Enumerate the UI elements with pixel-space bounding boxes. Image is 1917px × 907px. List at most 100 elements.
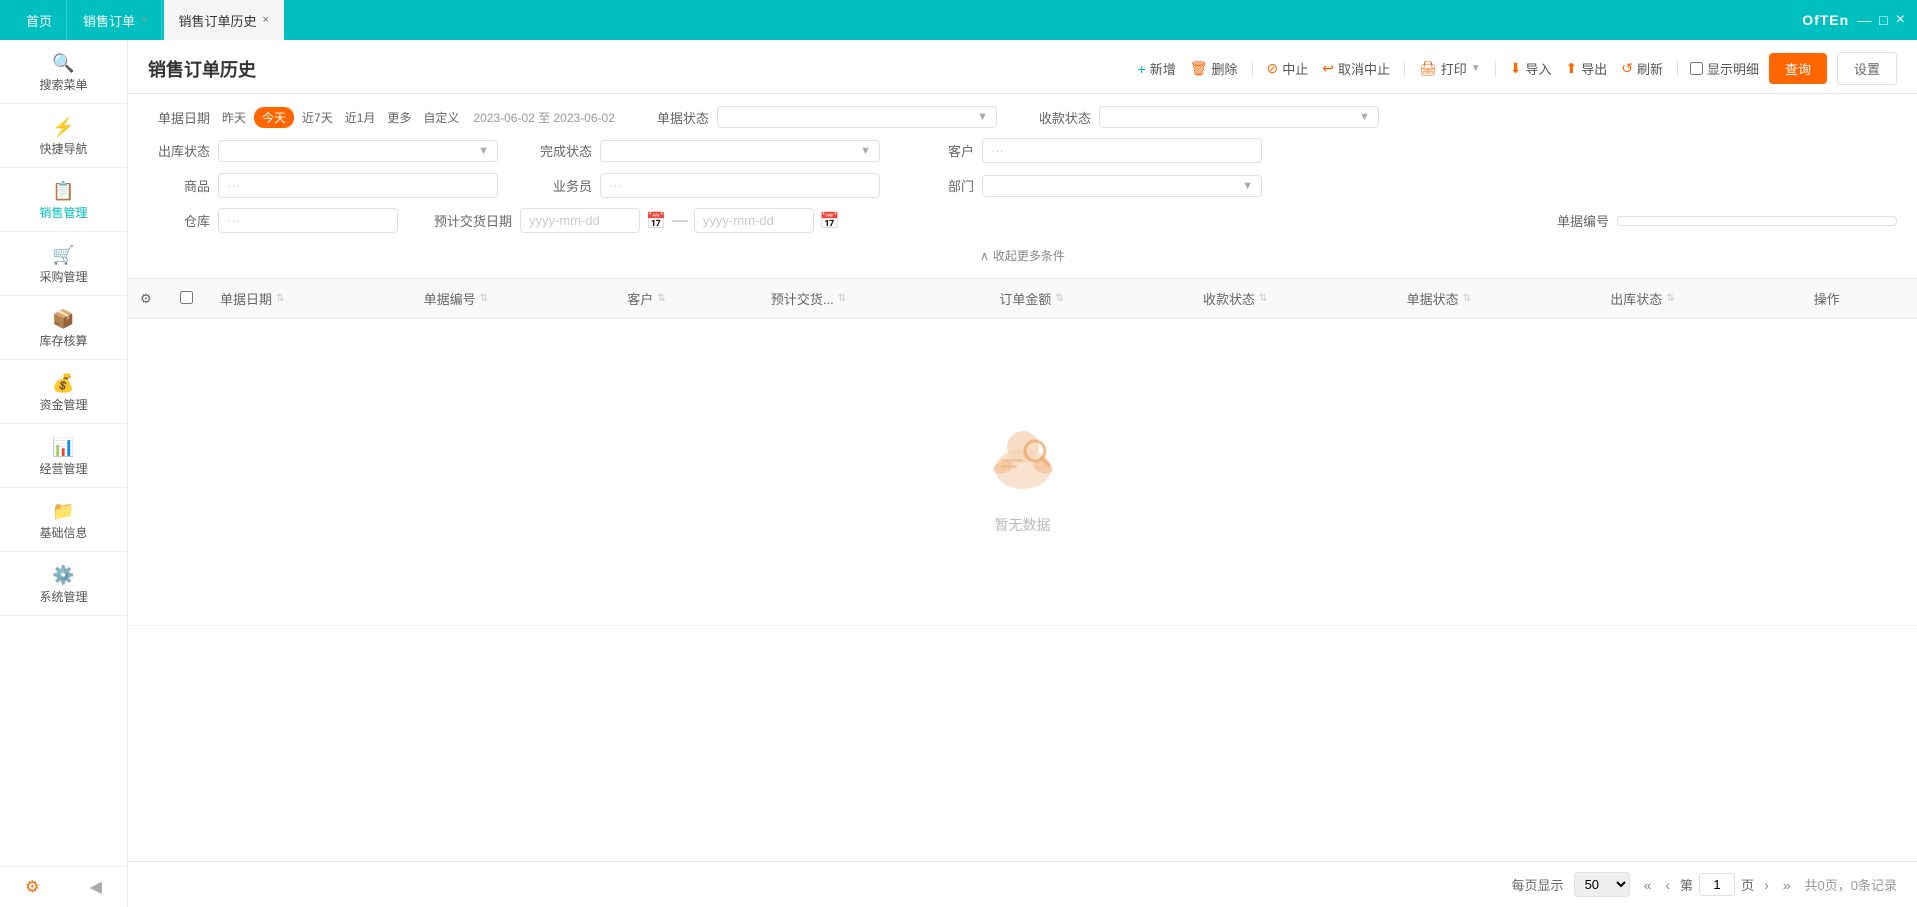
sidebar-item-finance[interactable]: 💰 资金管理 bbox=[0, 360, 127, 424]
content-area: 销售订单历史 + 新增 🗑 删除 ⊘ 中止 ↩ 取消中止 bbox=[128, 40, 1917, 907]
collapse-row[interactable]: ∧ 收起更多条件 bbox=[148, 243, 1897, 272]
table-footer: 每页显示 50 10 20 100 « ‹ 第 页 › » 共0页，0条记录 bbox=[128, 861, 1917, 907]
sidebar-item-inventory[interactable]: 📦 库存核算 bbox=[0, 296, 127, 360]
collapse-icon: ∧ bbox=[980, 249, 989, 263]
top-bar: 首页 销售订单 × 销售订单历史 × OfTEn — □ × bbox=[0, 0, 1917, 40]
sidebar-item-operations[interactable]: 📊 经营管理 bbox=[0, 424, 127, 488]
outbound-status-select[interactable]: ▼ bbox=[218, 140, 498, 162]
select-all-checkbox[interactable] bbox=[180, 291, 193, 304]
filter-row-4: 仓库 ··· 预计交货日期 📅 — 📅 单据编号 bbox=[148, 208, 1897, 233]
stop-label: 中止 bbox=[1282, 59, 1308, 78]
import-button[interactable]: ⬇ 导入 bbox=[1508, 55, 1554, 82]
refresh-button[interactable]: ↺ 刷新 bbox=[1619, 55, 1665, 82]
calendar-icon-to[interactable]: 📅 bbox=[820, 211, 840, 231]
tab-sales-order-history[interactable]: 销售订单历史 × bbox=[164, 0, 283, 40]
th-settings[interactable]: ⚙ bbox=[128, 279, 168, 319]
collapse-btn[interactable]: ∧ 收起更多条件 bbox=[980, 247, 1065, 264]
th-checkbox[interactable] bbox=[168, 279, 208, 319]
delete-button[interactable]: 🗑 删除 bbox=[1188, 55, 1240, 82]
sidebar-item-search-menu[interactable]: 🔍 搜索菜单 bbox=[0, 40, 127, 104]
customer-select[interactable]: ··· bbox=[982, 138, 1262, 163]
date-btn-yesterday[interactable]: 昨天 bbox=[218, 107, 250, 128]
sidebar-item-sales-mgmt[interactable]: 📋 销售管理 bbox=[0, 168, 127, 232]
finance-icon: 💰 bbox=[52, 374, 74, 392]
filter-row-1: 单据日期 昨天 今天 近7天 近1月 更多 自定义 2023-06-02 至 2… bbox=[148, 106, 1897, 128]
tab-sales-order-history-close[interactable]: × bbox=[262, 14, 268, 26]
sidebar-collapse-icon[interactable]: ◀ bbox=[90, 877, 102, 897]
date-btn-7days[interactable]: 近7天 bbox=[298, 107, 337, 128]
th-delivery-date[interactable]: 预计交货... ⇅ bbox=[759, 279, 988, 319]
display-toggle-label: 显示明细 bbox=[1707, 59, 1759, 78]
empty-state-cell: 暂无数据 bbox=[128, 319, 1917, 626]
first-page-button[interactable]: « bbox=[1640, 875, 1656, 895]
window-close[interactable]: × bbox=[1896, 11, 1905, 29]
empty-state-row: 暂无数据 bbox=[128, 319, 1917, 626]
sidebar-settings-icon[interactable]: ⚙ bbox=[25, 877, 39, 897]
date-btn-more[interactable]: 更多 bbox=[383, 107, 415, 128]
th-outbound-status[interactable]: 出库状态 ⇅ bbox=[1598, 279, 1802, 319]
last-page-button[interactable]: » bbox=[1779, 875, 1795, 895]
empty-state: 暂无数据 bbox=[140, 329, 1905, 615]
th-payment-status-label: 收款状态 bbox=[1203, 289, 1255, 308]
product-select[interactable]: ··· bbox=[218, 173, 498, 198]
th-customer[interactable]: 客户 ⇅ bbox=[615, 279, 759, 319]
delivery-date-from[interactable] bbox=[520, 208, 640, 233]
add-button[interactable]: + 新增 bbox=[1136, 55, 1178, 82]
settings-button[interactable]: 设置 bbox=[1837, 52, 1897, 85]
outbound-chevron: ▼ bbox=[478, 145, 489, 157]
refresh-label: 刷新 bbox=[1637, 59, 1663, 78]
date-btn-custom[interactable]: 自定义 bbox=[419, 107, 463, 128]
filter-row-3: 商品 ··· 业务员 ··· 部门 ▼ bbox=[148, 173, 1897, 198]
cancel-stop-button[interactable]: ↩ 取消中止 bbox=[1320, 55, 1392, 82]
window-minimize[interactable]: — bbox=[1857, 12, 1871, 28]
th-amount-sort-icon: ⇅ bbox=[1055, 293, 1063, 304]
th-delivery-sort-icon: ⇅ bbox=[838, 293, 846, 304]
prev-page-button[interactable]: ‹ bbox=[1661, 875, 1674, 895]
salesman-select[interactable]: ··· bbox=[600, 173, 880, 198]
th-amount[interactable]: 订单金额 ⇅ bbox=[987, 279, 1191, 319]
tab-sales-order-close[interactable]: × bbox=[141, 14, 147, 26]
tab-sales-order[interactable]: 销售订单 × bbox=[69, 0, 162, 40]
display-toggle-checkbox[interactable] bbox=[1690, 62, 1703, 75]
add-icon: + bbox=[1138, 61, 1146, 77]
next-page-button[interactable]: › bbox=[1760, 875, 1773, 895]
date-btn-1month[interactable]: 近1月 bbox=[341, 107, 380, 128]
th-payment-sort-icon: ⇅ bbox=[1259, 293, 1267, 304]
doc-no-label: 单据编号 bbox=[1547, 211, 1617, 230]
import-icon: ⬇ bbox=[1510, 60, 1522, 77]
cancel-stop-label: 取消中止 bbox=[1338, 59, 1390, 78]
tab-home[interactable]: 首页 bbox=[12, 0, 67, 40]
date-btn-today[interactable]: 今天 bbox=[254, 107, 294, 128]
warehouse-label: 仓库 bbox=[148, 211, 218, 230]
complete-status-label: 完成状态 bbox=[530, 141, 600, 160]
page-number-input[interactable] bbox=[1699, 873, 1735, 896]
complete-status-select[interactable]: ▼ bbox=[600, 140, 880, 162]
total-text: 共0页，0条记录 bbox=[1805, 875, 1897, 894]
sidebar-item-sales-mgmt-label: 销售管理 bbox=[39, 204, 87, 221]
sidebar-item-base-info[interactable]: 📁 基础信息 bbox=[0, 488, 127, 552]
import-label: 导入 bbox=[1525, 59, 1551, 78]
export-button[interactable]: ⬆ 导出 bbox=[1563, 55, 1609, 82]
stop-button[interactable]: ⊘ 中止 bbox=[1265, 55, 1311, 82]
th-date[interactable]: 单据日期 ⇅ bbox=[208, 279, 412, 319]
doc-no-input[interactable] bbox=[1617, 216, 1897, 226]
th-amount-label: 订单金额 bbox=[999, 289, 1051, 308]
page-size-select[interactable]: 50 10 20 100 bbox=[1574, 872, 1630, 897]
calendar-icon-from[interactable]: 📅 bbox=[646, 211, 666, 231]
th-doc-no[interactable]: 单据编号 ⇅ bbox=[412, 279, 616, 319]
warehouse-select[interactable]: ··· bbox=[218, 208, 398, 233]
print-button[interactable]: 🖨 打印 ▼ bbox=[1417, 55, 1483, 82]
sidebar-item-sys-mgmt[interactable]: ⚙️ 系统管理 bbox=[0, 552, 127, 616]
th-doc-status[interactable]: 单据状态 ⇅ bbox=[1395, 279, 1599, 319]
payment-status-select[interactable]: ▼ bbox=[1099, 106, 1379, 128]
sidebar-item-quick-nav[interactable]: ⚡ 快捷导航 bbox=[0, 104, 127, 168]
doc-status-select[interactable]: ▼ bbox=[717, 106, 997, 128]
complete-chevron: ▼ bbox=[860, 145, 871, 157]
query-button[interactable]: 查询 bbox=[1769, 53, 1827, 84]
th-action: 操作 bbox=[1802, 279, 1917, 319]
sidebar-item-purchase-mgmt[interactable]: 🛒 采购管理 bbox=[0, 232, 127, 296]
dept-select[interactable]: ▼ bbox=[982, 175, 1262, 197]
window-maximize[interactable]: □ bbox=[1879, 12, 1887, 28]
delivery-date-to[interactable] bbox=[694, 208, 814, 233]
th-payment-status[interactable]: 收款状态 ⇅ bbox=[1191, 279, 1395, 319]
